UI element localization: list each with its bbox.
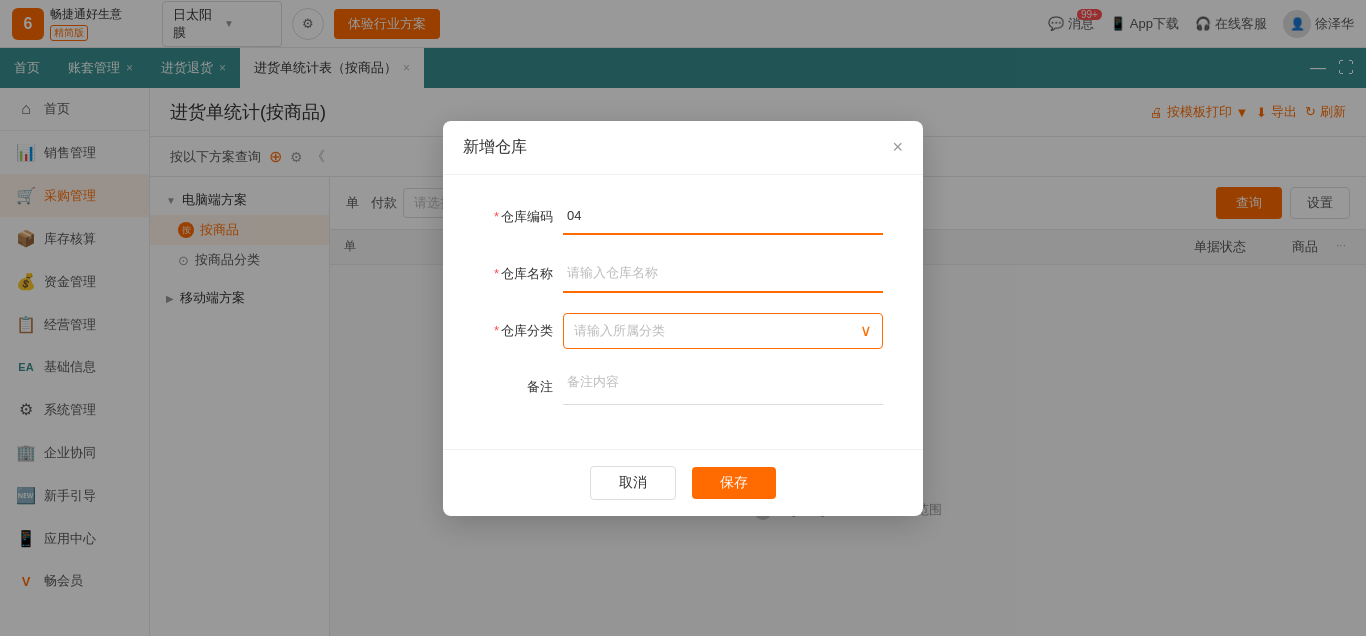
dialog-body: 仓库编码 仓库名称 仓库分类 请输入所属分类 ∨ 备注	[443, 175, 923, 449]
form-row-code: 仓库编码	[483, 199, 883, 235]
name-input[interactable]	[563, 255, 883, 291]
note-input[interactable]	[563, 369, 883, 405]
code-label: 仓库编码	[483, 208, 553, 226]
note-label: 备注	[483, 378, 553, 396]
code-input[interactable]	[563, 199, 883, 235]
category-select[interactable]: 请输入所属分类 ∨	[563, 313, 883, 349]
save-button[interactable]: 保存	[692, 467, 776, 499]
dialog-footer: 取消 保存	[443, 449, 923, 516]
dialog-close-btn[interactable]: ×	[892, 137, 903, 158]
dialog-title: 新增仓库	[463, 137, 527, 158]
add-warehouse-dialog: 新增仓库 × 仓库编码 仓库名称 仓库分类 请输入所属分类 ∨	[443, 121, 923, 516]
form-row-category: 仓库分类 请输入所属分类 ∨	[483, 313, 883, 349]
name-input-wrapper	[563, 255, 883, 293]
form-row-note: 备注	[483, 369, 883, 405]
dialog-header: 新增仓库 ×	[443, 121, 923, 175]
name-label: 仓库名称	[483, 265, 553, 283]
category-placeholder: 请输入所属分类	[574, 322, 665, 340]
category-chevron-icon: ∨	[860, 321, 872, 340]
category-label: 仓库分类	[483, 322, 553, 340]
form-row-name: 仓库名称	[483, 255, 883, 293]
dialog-overlay: 新增仓库 × 仓库编码 仓库名称 仓库分类 请输入所属分类 ∨	[0, 0, 1366, 636]
cancel-button[interactable]: 取消	[590, 466, 676, 500]
